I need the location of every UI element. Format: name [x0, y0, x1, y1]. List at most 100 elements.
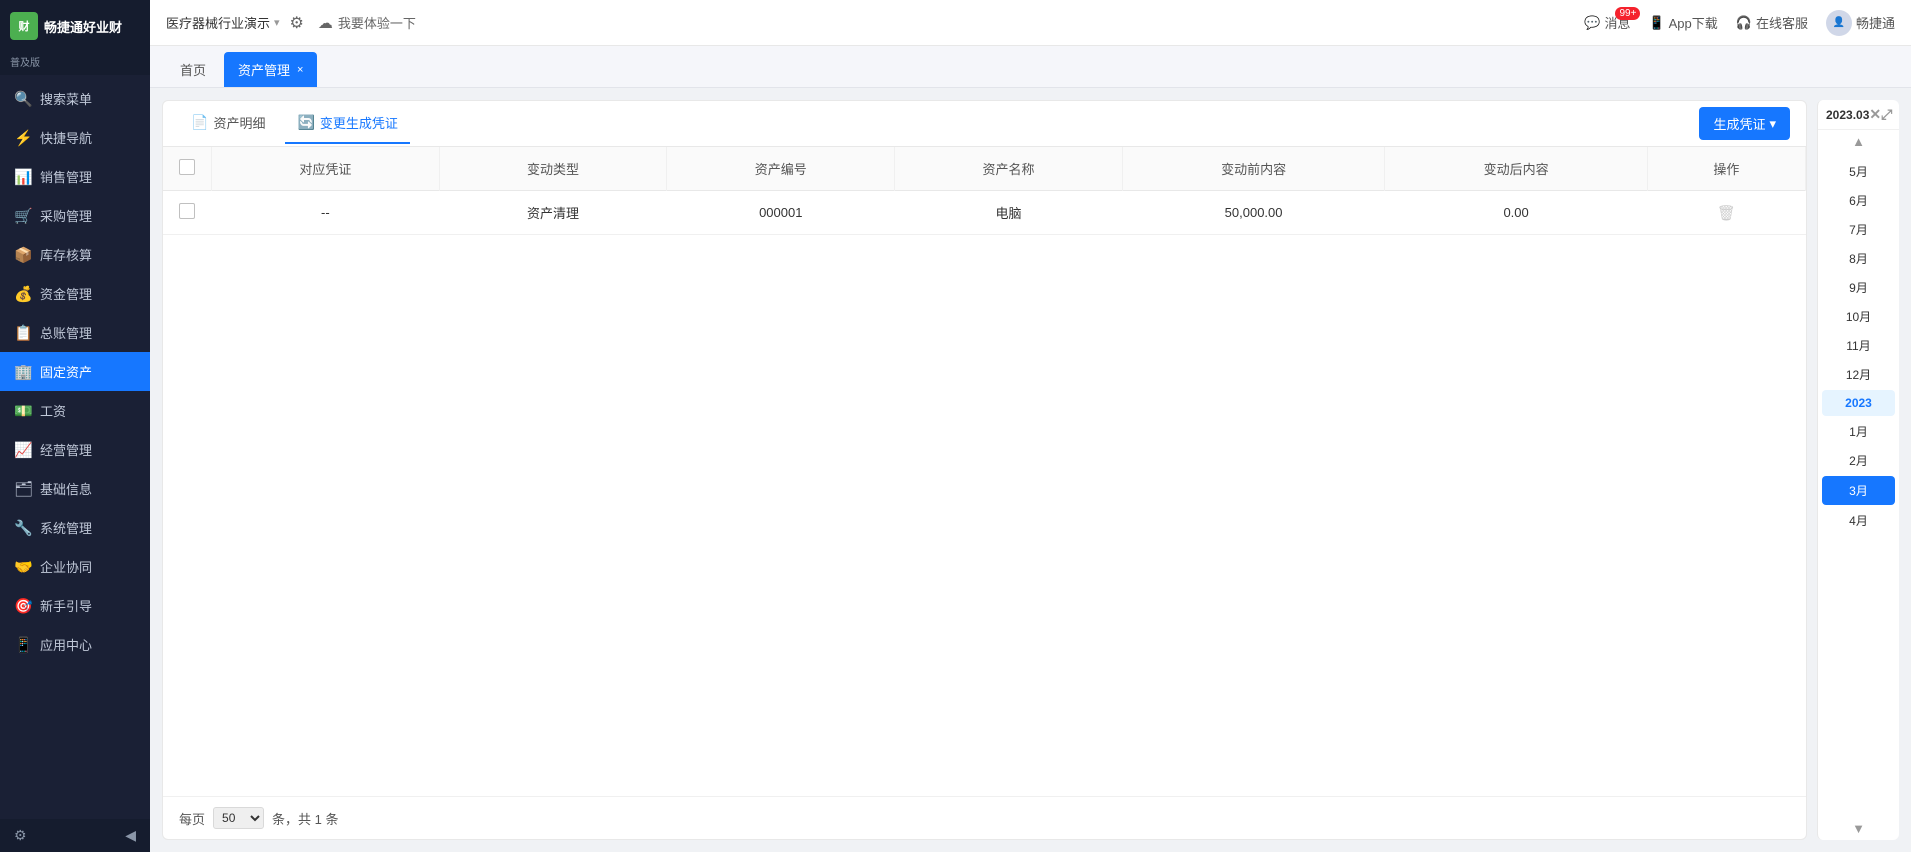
month-item-3月[interactable]: 3月 — [1822, 476, 1895, 505]
purchase-icon: 🛒 — [14, 207, 32, 225]
sub-tab-icon: 📄 — [191, 114, 208, 131]
col-asset_name: 资产名称 — [895, 147, 1123, 191]
right-panel-header: 2023.03 ✕ ⤢ — [1818, 100, 1899, 130]
sidebar-item-purchase[interactable]: 🛒 采购管理 — [0, 196, 150, 235]
sidebar-bottom-controls: ⚙ ◀ — [0, 819, 150, 852]
sidebar-item-inventory[interactable]: 📦库存核算 — [0, 235, 150, 274]
generate-voucher-btn[interactable]: 生成凭证 ▾ — [1699, 107, 1790, 140]
month-item-9月[interactable]: 9月 — [1818, 273, 1899, 302]
guide-icon: 🎯 — [14, 597, 32, 615]
month-item-1月[interactable]: 1月 — [1818, 417, 1899, 446]
notification-btn[interactable]: 💬 消息 99+ — [1584, 13, 1630, 32]
ledger-icon: 📋 — [14, 324, 32, 342]
row-checkbox-cell — [163, 191, 212, 235]
sub-tab-asset_detail[interactable]: 📄资产明细 — [179, 103, 277, 144]
page-size-label: 每页 — [179, 809, 205, 828]
sidebar-item-apps[interactable]: 📱应用中心 — [0, 625, 150, 664]
right-panel-title: 2023.03 — [1826, 108, 1869, 122]
app-download-btn[interactable]: 📱 App下载 — [1648, 13, 1717, 32]
month-list: 5月6月7月8月9月10月11月12月20231月2月3月4月 — [1818, 153, 1899, 817]
row-voucher: -- — [212, 191, 440, 235]
tab-label: 资产管理 — [238, 60, 290, 79]
company-chevron-icon: ▾ — [274, 16, 280, 29]
search-icon: 🔍 — [14, 90, 32, 108]
col-asset_code: 资产编号 — [667, 147, 895, 191]
month-item-11月[interactable]: 11月 — [1818, 331, 1899, 360]
sub-tab-change_voucher[interactable]: 🔄变更生成凭证 — [285, 103, 409, 144]
panel-up-arrow[interactable]: ▲ — [1818, 130, 1899, 153]
sidebar-item-label: 系统管理 — [40, 518, 92, 537]
tab-asset_mgmt[interactable]: 资产管理 × — [224, 52, 317, 87]
experience-label: 我要体验一下 — [338, 13, 416, 32]
sidebar-item-payroll[interactable]: 💵工资 — [0, 391, 150, 430]
sidebar-item-sales[interactable]: 📊销售管理 — [0, 157, 150, 196]
sub-tab-icon: 🔄 — [297, 114, 314, 131]
inventory-icon: 📦 — [14, 246, 32, 264]
experience-btn[interactable]: ☁ 我要体验一下 — [318, 13, 416, 32]
cloud-icon: ☁ — [318, 14, 333, 32]
generate-dropdown-icon: ▾ — [1769, 116, 1776, 132]
support-btn[interactable]: 🎧 在线客服 — [1736, 13, 1808, 32]
main-area: 医疗器械行业演示 ▾ ⚙ ☁ 我要体验一下 💬 消息 99+ 📱 App下载 🎧… — [150, 0, 1911, 852]
topbar-settings-icon[interactable]: ⚙ — [290, 13, 304, 33]
company-selector[interactable]: 医疗器械行业演示 ▾ — [166, 13, 280, 32]
sidebar-item-funds[interactable]: 💰资金管理 — [0, 274, 150, 313]
pagination-bar: 每页 102050100 条，共 1 条 — [163, 796, 1806, 839]
app-download-label: App下载 — [1669, 13, 1718, 32]
month-item-8月[interactable]: 8月 — [1818, 244, 1899, 273]
sidebar-item-quicknav[interactable]: ⚡快捷导航 — [0, 118, 150, 157]
sidebar-item-label: 快捷导航 — [40, 128, 92, 147]
month-item-2月[interactable]: 2月 — [1818, 446, 1899, 475]
year-label-2023[interactable]: 2023 — [1822, 390, 1895, 416]
sidebar-item-label: 销售管理 — [40, 167, 92, 186]
fixed_assets-icon: 🏢 — [14, 363, 32, 381]
sidebar-item-collab[interactable]: 🤝 企业协同 — [0, 547, 150, 586]
month-item-4月[interactable]: 4月 — [1818, 506, 1899, 535]
panel-expand-btn[interactable]: ⤢ — [1881, 106, 1892, 123]
sidebar-item-label: 总账管理 — [40, 323, 92, 342]
col-before_change: 变动前内容 — [1122, 147, 1385, 191]
sidebar-item-ledger[interactable]: 📋 总账管理 — [0, 313, 150, 352]
month-item-7月[interactable]: 7月 — [1818, 215, 1899, 244]
sub-tab-actions: 生成凭证 ▾ — [1699, 107, 1790, 140]
month-item-6月[interactable]: 6月 — [1818, 186, 1899, 215]
support-label: 在线客服 — [1756, 13, 1808, 32]
sidebar-item-operations[interactable]: 📈经营管理 — [0, 430, 150, 469]
tab-home[interactable]: 首页 — [166, 52, 220, 87]
tab-label: 首页 — [180, 60, 206, 79]
sidebar-item-label: 资金管理 — [40, 284, 92, 303]
row-checkbox[interactable] — [179, 203, 195, 219]
sidebar-item-label: 固定资产 — [40, 362, 92, 381]
sidebar-item-basic_info[interactable]: 🗂基础信息 — [0, 469, 150, 508]
collapse-icon[interactable]: ◀ — [125, 827, 136, 844]
sidebar-item-search[interactable]: 🔍搜索菜单 — [0, 79, 150, 118]
main-card: 📄资产明细🔄变更生成凭证 生成凭证 ▾ 对应凭证变动类型资产编号资产名称变动前内… — [162, 100, 1807, 840]
panel-close-btn[interactable]: ✕ — [1869, 106, 1881, 123]
table-row: -- 资产清理 000001 电脑 50,000.00 0.00 🗑 — [163, 191, 1806, 235]
asset-table-wrapper: 对应凭证变动类型资产编号资产名称变动前内容变动后内容操作 -- 资产清理 000… — [163, 147, 1806, 796]
month-item-10月[interactable]: 10月 — [1818, 302, 1899, 331]
sidebar-item-label: 企业协同 — [40, 557, 92, 576]
collab-icon: 🤝 — [14, 558, 32, 576]
month-item-12月[interactable]: 12月 — [1818, 360, 1899, 389]
select-all-checkbox[interactable] — [179, 159, 195, 175]
sidebar-item-label: 基础信息 — [40, 479, 92, 498]
user-profile-btn[interactable]: 👤 畅捷通 — [1826, 10, 1895, 36]
panel-down-arrow[interactable]: ▼ — [1818, 817, 1899, 840]
sidebar-item-guide[interactable]: 🎯新手引导 — [0, 586, 150, 625]
month-item-5月[interactable]: 5月 — [1818, 157, 1899, 186]
table-body: -- 资产清理 000001 电脑 50,000.00 0.00 🗑 — [163, 191, 1806, 235]
sidebar-item-label: 应用中心 — [40, 635, 92, 654]
topbar-right: 💬 消息 99+ 📱 App下载 🎧 在线客服 👤 畅捷通 — [1584, 10, 1895, 36]
sidebar-item-system[interactable]: 🔧系统管理 — [0, 508, 150, 547]
row-before-change: 50,000.00 — [1122, 191, 1385, 235]
table-header-row: 对应凭证变动类型资产编号资产名称变动前内容变动后内容操作 — [163, 147, 1806, 191]
sidebar-item-fixed_assets[interactable]: 🏢 固定资产 — [0, 352, 150, 391]
delete-icon[interactable]: 🗑 — [1717, 205, 1736, 222]
operations-icon: 📈 — [14, 441, 32, 459]
sidebar-item-label: 采购管理 — [40, 206, 92, 225]
tab-close-icon[interactable]: × — [297, 64, 303, 76]
page-size-select[interactable]: 102050100 — [213, 807, 264, 829]
settings-icon[interactable]: ⚙ — [14, 827, 27, 844]
col-checkbox — [163, 147, 212, 191]
